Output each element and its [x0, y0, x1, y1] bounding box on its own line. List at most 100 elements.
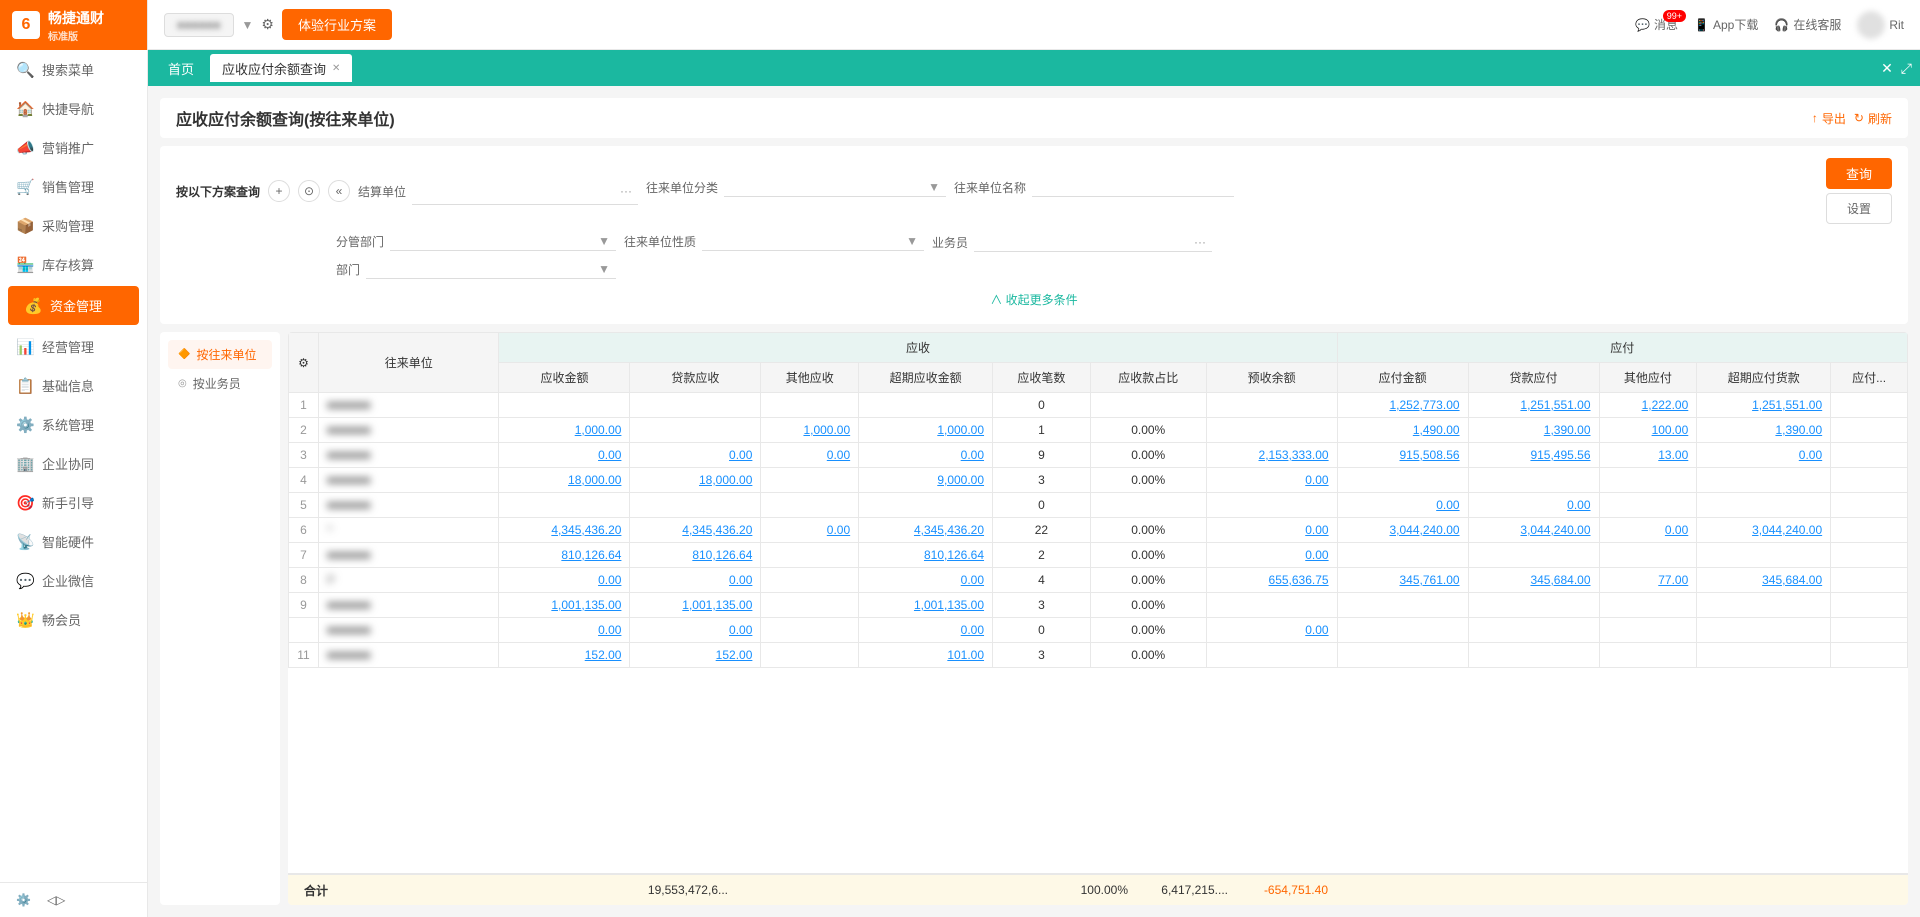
cell-recv_overdue[interactable]: [859, 493, 993, 518]
cell-recv_other[interactable]: [761, 568, 859, 593]
cell-recv_loan[interactable]: 18,000.00: [630, 468, 761, 493]
cell-pay_other[interactable]: 100.00: [1599, 418, 1697, 443]
cell-pay_other[interactable]: 13.00: [1599, 443, 1697, 468]
cell-recv_prepay[interactable]: 2,153,333.00: [1206, 443, 1337, 468]
cell-recv_loan[interactable]: 4,345,436.20: [630, 518, 761, 543]
cell-recv_loan[interactable]: [630, 393, 761, 418]
cell-pay_loan[interactable]: 3,044,240.00: [1468, 518, 1599, 543]
tab-home[interactable]: 首页: [156, 54, 206, 82]
settings-bottom-icon[interactable]: ⚙️: [16, 893, 31, 907]
sidebar-item-inventory[interactable]: 🏪 库存核算: [0, 245, 147, 284]
nav-item-by-salesman[interactable]: ◎ 按业务员: [168, 369, 272, 398]
table-settings-icon[interactable]: ⚙: [298, 356, 309, 370]
online-service-button[interactable]: 🎧 在线客服: [1774, 16, 1841, 33]
cell-recv_loan[interactable]: [630, 418, 761, 443]
sidebar-item-quick[interactable]: 🏠 快捷导航: [0, 89, 147, 128]
cell-recv_other[interactable]: [761, 468, 859, 493]
tab-close-icon[interactable]: ✕: [332, 63, 340, 74]
cell-pay_amount[interactable]: [1337, 643, 1468, 668]
settings-gear-icon[interactable]: ⚙: [261, 16, 274, 33]
cell-pay_overdue[interactable]: [1697, 618, 1831, 643]
cell-pay_overdue[interactable]: [1697, 543, 1831, 568]
cell-recv_other[interactable]: [761, 543, 859, 568]
sidebar-item-marketing[interactable]: 📣 营销推广: [0, 128, 147, 167]
cell-recv_loan[interactable]: 0.00: [630, 443, 761, 468]
cell-pay_loan[interactable]: 0.00: [1468, 493, 1599, 518]
cell-recv_loan[interactable]: 0.00: [630, 618, 761, 643]
cell-pay_loan[interactable]: [1468, 593, 1599, 618]
sidebar-item-finance[interactable]: 💰 资金管理: [8, 286, 139, 325]
cell-pay_other[interactable]: [1599, 493, 1697, 518]
cell-pay_loan[interactable]: [1468, 543, 1599, 568]
cell-recv_prepay[interactable]: [1206, 418, 1337, 443]
query-button[interactable]: 查询: [1826, 158, 1892, 189]
filter-input-yewuyuan[interactable]: [980, 234, 1194, 249]
cell-pay_amount[interactable]: [1337, 618, 1468, 643]
filter-select-bumen[interactable]: ▼: [366, 260, 616, 279]
setting-button[interactable]: 设置: [1826, 193, 1892, 224]
cell-recv_prepay[interactable]: [1206, 593, 1337, 618]
cell-pay_overdue[interactable]: 1,390.00: [1697, 418, 1831, 443]
filter-select-xingzhi[interactable]: ▼: [702, 232, 924, 251]
sidebar-item-wechat[interactable]: 💬 企业微信: [0, 561, 147, 600]
cell-recv_prepay[interactable]: 0.00: [1206, 618, 1337, 643]
cell-recv_overdue[interactable]: 0.00: [859, 443, 993, 468]
cell-recv_loan[interactable]: 810,126.64: [630, 543, 761, 568]
cell-recv_other[interactable]: [761, 493, 859, 518]
cell-recv_other[interactable]: 1,000.00: [761, 418, 859, 443]
cell-pay_overdue[interactable]: 0.00: [1697, 443, 1831, 468]
cell-recv_overdue[interactable]: 1,000.00: [859, 418, 993, 443]
cell-recv_other[interactable]: [761, 593, 859, 618]
cell-pay_loan[interactable]: 1,251,551.00: [1468, 393, 1599, 418]
tab-expand-icon[interactable]: ⤢: [1901, 60, 1912, 77]
cell-recv_loan[interactable]: [630, 493, 761, 518]
cell-pay_loan[interactable]: [1468, 618, 1599, 643]
cell-recv_other[interactable]: [761, 393, 859, 418]
cell-recv_amount[interactable]: [499, 493, 630, 518]
cell-recv_amount[interactable]: 0.00: [499, 568, 630, 593]
refresh-button[interactable]: ↻ 刷新: [1854, 110, 1892, 127]
cell-recv_amount[interactable]: 4,345,436.20: [499, 518, 630, 543]
cell-pay_other[interactable]: 1,222.00: [1599, 393, 1697, 418]
message-button[interactable]: 💬 消息 99+: [1635, 16, 1678, 33]
cell-recv_amount[interactable]: 1,000.00: [499, 418, 630, 443]
add-filter-button[interactable]: +: [268, 180, 290, 202]
cell-pay_other[interactable]: [1599, 593, 1697, 618]
cell-pay_loan[interactable]: 915,495.56: [1468, 443, 1599, 468]
cell-pay_overdue[interactable]: [1697, 468, 1831, 493]
export-button[interactable]: ↑ 导出: [1812, 110, 1846, 127]
user-avatar[interactable]: Rit: [1857, 11, 1904, 39]
cell-recv_overdue[interactable]: 810,126.64: [859, 543, 993, 568]
cell-recv_prepay[interactable]: 0.00: [1206, 543, 1337, 568]
cell-recv_loan[interactable]: 1,001,135.00: [630, 593, 761, 618]
filter-input-jiesuandanwei[interactable]: [418, 180, 620, 202]
sidebar-item-hardware[interactable]: 📡 智能硬件: [0, 522, 147, 561]
cell-pay_overdue[interactable]: [1697, 643, 1831, 668]
cell-pay_overdue[interactable]: [1697, 593, 1831, 618]
cell-recv_overdue[interactable]: 4,345,436.20: [859, 518, 993, 543]
cell-pay_amount[interactable]: [1337, 543, 1468, 568]
cell-recv_amount[interactable]: 152.00: [499, 643, 630, 668]
cell-recv_other[interactable]: [761, 618, 859, 643]
cell-pay_loan[interactable]: 1,390.00: [1468, 418, 1599, 443]
cell-pay_overdue[interactable]: 1,251,551.00: [1697, 393, 1831, 418]
cell-recv_other[interactable]: 0.00: [761, 518, 859, 543]
cell-pay_other[interactable]: [1599, 618, 1697, 643]
cell-recv_prepay[interactable]: [1206, 393, 1337, 418]
filter-settings-button[interactable]: ⊙: [298, 180, 320, 202]
sidebar-item-sales[interactable]: 🛒 销售管理: [0, 167, 147, 206]
sidebar-item-operations[interactable]: 📊 经营管理: [0, 327, 147, 366]
sidebar-item-corp[interactable]: 🏢 企业协同: [0, 444, 147, 483]
cell-pay_amount[interactable]: 1,252,773.00: [1337, 393, 1468, 418]
cell-pay_other[interactable]: [1599, 543, 1697, 568]
cell-pay_overdue[interactable]: [1697, 493, 1831, 518]
cell-pay_other[interactable]: [1599, 468, 1697, 493]
cell-pay_amount[interactable]: [1337, 593, 1468, 618]
cell-recv_prepay[interactable]: 0.00: [1206, 518, 1337, 543]
cell-recv_amount[interactable]: 0.00: [499, 443, 630, 468]
collapse-more-button[interactable]: ∧ 收起更多条件: [176, 287, 1892, 312]
cell-recv_amount[interactable]: 810,126.64: [499, 543, 630, 568]
cell-pay_amount[interactable]: 0.00: [1337, 493, 1468, 518]
cell-pay_amount[interactable]: 3,044,240.00: [1337, 518, 1468, 543]
cell-pay_other[interactable]: [1599, 643, 1697, 668]
